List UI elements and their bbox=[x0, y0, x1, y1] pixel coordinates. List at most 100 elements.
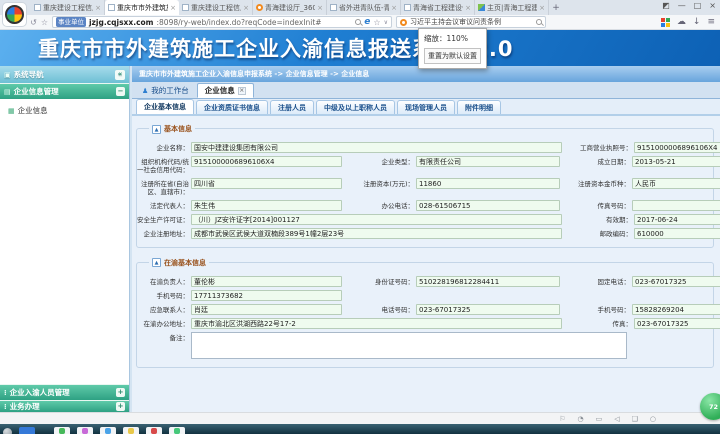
sidebar-group-enterprise-info[interactable]: ▤ 企业信息管理 − bbox=[0, 83, 129, 99]
tab-enterprise-info[interactable]: 企业信息 × bbox=[196, 83, 254, 98]
tab-close-icon[interactable]: × bbox=[539, 4, 545, 12]
clipboard-icon[interactable]: ▭ bbox=[596, 415, 603, 423]
browser-tab-3[interactable]: 重庆建设工程信息网× bbox=[179, 0, 253, 15]
org-code-input[interactable]: 9151000006896106X4 bbox=[191, 156, 342, 167]
expand-plus-icon[interactable]: + bbox=[116, 402, 125, 411]
accelerator-ball[interactable]: 72 bbox=[700, 393, 720, 420]
emergency-contact-input[interactable]: 肖廷 bbox=[191, 303, 342, 315]
subtab-registered-personnel[interactable]: 注册人员 bbox=[270, 100, 314, 114]
contact-mobile-input[interactable]: 15828269204 bbox=[632, 303, 720, 315]
founded-date-input[interactable]: 2013-05-21 bbox=[632, 156, 720, 167]
collapse-minus-icon[interactable]: − bbox=[116, 87, 125, 96]
browser-tab-4[interactable]: 青海建设厅_360搜索× bbox=[253, 0, 327, 15]
tab-close-icon[interactable]: × bbox=[465, 4, 471, 12]
expand-plus-icon[interactable]: + bbox=[116, 388, 125, 397]
browser-logo[interactable] bbox=[2, 2, 27, 27]
url-input[interactable]: 事业单位 jzjg.cqjsxx.com :8098/ry-web/index.… bbox=[51, 16, 392, 28]
taskbar-app-icon[interactable] bbox=[169, 427, 185, 434]
windows-taskbar bbox=[0, 424, 720, 434]
fax-number-input[interactable] bbox=[632, 199, 720, 211]
restore-button[interactable]: ↺ bbox=[30, 16, 37, 29]
taskbar-app-icon[interactable] bbox=[54, 427, 70, 434]
sidebar-group-personnel[interactable]: ⁞ 企业入渝人员管理 + bbox=[0, 384, 129, 400]
subtab-mid-title-personnel[interactable]: 中级及以上职称人员 bbox=[316, 100, 395, 114]
cq-office-address-input[interactable]: 重庆市渝北区洪湖西路22号17-2 bbox=[191, 317, 562, 329]
apps-grid-icon[interactable] bbox=[660, 17, 670, 27]
tab-close-icon[interactable]: × bbox=[391, 4, 397, 12]
tab-close-icon[interactable]: × bbox=[237, 86, 246, 95]
browser-tab-2-active[interactable]: 重庆市市外建筑施工企...× bbox=[105, 0, 179, 15]
skin-icon[interactable]: ◩ bbox=[662, 1, 670, 10]
business-license-input[interactable]: 9151000006896106X4 bbox=[634, 142, 720, 153]
search-go-icon[interactable] bbox=[535, 19, 542, 25]
tab-close-icon[interactable]: × bbox=[170, 4, 176, 12]
window-icon[interactable]: ❑ bbox=[632, 415, 638, 423]
currency-input[interactable]: 人民币 bbox=[632, 177, 720, 189]
mobile-input[interactable]: 17711373682 bbox=[191, 289, 342, 301]
zoom-icon[interactable]: ○ bbox=[650, 415, 656, 423]
start-button[interactable] bbox=[3, 428, 12, 434]
browser-tab-5[interactable]: 省外进青队伍-青海省...× bbox=[327, 0, 401, 15]
company-type-input[interactable]: 有限责任公司 bbox=[416, 156, 560, 167]
taskbar-app-icon[interactable] bbox=[77, 427, 93, 434]
contact-tel-input[interactable]: 023-67017325 bbox=[416, 303, 560, 315]
browser-tab-7[interactable]: 主页|青海工程建设监...× bbox=[475, 0, 549, 15]
taskbar-app-icon[interactable] bbox=[100, 427, 116, 434]
history-icon[interactable]: ◔ bbox=[577, 415, 583, 423]
province-input[interactable]: 四川省 bbox=[191, 177, 342, 189]
favorite-star-icon[interactable]: ☆ bbox=[41, 16, 48, 29]
office-tel-input[interactable]: 028-61506715 bbox=[416, 199, 560, 211]
fieldset-collapse-icon[interactable]: ▲ bbox=[152, 258, 161, 268]
menu-icon[interactable]: ≡ bbox=[707, 17, 715, 27]
download-icon[interactable]: ↓ bbox=[693, 17, 701, 27]
browser-tab-6[interactable]: 青海省工程建设信息网× bbox=[401, 0, 475, 15]
cq-fax-input[interactable]: 023-67017325 bbox=[634, 317, 720, 329]
search-box[interactable]: 习近平主持会议审议问责条例 bbox=[395, 16, 546, 28]
page-favicon bbox=[34, 4, 41, 11]
cq-manager-input[interactable]: 董伦彬 bbox=[191, 275, 342, 287]
minimize-button[interactable]: — bbox=[678, 1, 686, 10]
remark-textarea[interactable] bbox=[191, 331, 627, 359]
sidebar-group-business[interactable]: ⁞ 业务办理 + bbox=[0, 400, 129, 412]
landline-input[interactable]: 023-67017325 bbox=[632, 275, 720, 287]
bookmark-star-icon[interactable]: ☆ bbox=[373, 18, 380, 27]
tab-close-icon[interactable]: × bbox=[243, 4, 249, 12]
field-label: 企业类型： bbox=[381, 158, 415, 166]
media-icon[interactable]: ◁ bbox=[614, 415, 619, 423]
fieldset-collapse-icon[interactable]: ▲ bbox=[152, 124, 161, 134]
zoom-reset-button[interactable]: 重置为默认设置 bbox=[424, 48, 481, 64]
sidebar-item-enterprise-info[interactable]: ▦ 企业信息 bbox=[0, 103, 129, 118]
taskbar-app-icon[interactable] bbox=[19, 427, 35, 434]
search-icon[interactable] bbox=[355, 19, 362, 25]
compat-mode-icon[interactable]: e bbox=[364, 17, 370, 27]
zip-code-input[interactable]: 610000 bbox=[634, 227, 720, 239]
valid-until-input[interactable]: 2017-06-24 bbox=[634, 213, 720, 225]
browser-tab-1[interactable]: 重庆建设工程信息网× bbox=[31, 0, 105, 15]
url-dropdown-icon[interactable]: ∨ bbox=[384, 19, 388, 26]
sidebar-collapse-button[interactable]: « bbox=[115, 69, 125, 80]
url-path: :8098/ry-web/index.do?reqCode=indexInit# bbox=[156, 17, 322, 27]
tab-my-workbench[interactable]: ♟ 我的工作台 bbox=[135, 83, 196, 98]
browser-tabstrip: 重庆建设工程信息网× 重庆市市外建筑施工企...× 重庆建设工程信息网× 青海建… bbox=[0, 0, 720, 27]
flag-icon[interactable]: ⚐ bbox=[559, 415, 565, 423]
new-tab-button[interactable]: + bbox=[549, 2, 563, 15]
safety-cert-input[interactable]: （川）JZ安许证字[2014]001127 bbox=[191, 213, 562, 225]
tab-close-icon[interactable]: × bbox=[95, 4, 101, 12]
company-name-input[interactable]: 国安中建建设集团有限公司 bbox=[191, 142, 562, 153]
id-card-input[interactable]: 510228196812284411 bbox=[416, 275, 560, 287]
close-button[interactable]: × bbox=[709, 1, 716, 10]
site-banner: 重庆市市外建筑施工企业入渝信息报送系统V2.0 bbox=[0, 30, 720, 66]
cloud-sync-icon[interactable]: ☁ bbox=[677, 17, 686, 27]
field-label: 在渝负责人： bbox=[150, 277, 189, 286]
subtab-basic-info[interactable]: 企业基本信息 bbox=[136, 99, 194, 114]
maximize-button[interactable]: □ bbox=[694, 1, 702, 10]
taskbar-app-icon[interactable] bbox=[146, 427, 162, 434]
capital-input[interactable]: 11860 bbox=[416, 177, 560, 189]
tab-close-icon[interactable]: × bbox=[317, 4, 323, 12]
subtab-attachments[interactable]: 附件明细 bbox=[457, 100, 501, 114]
taskbar-app-icon[interactable] bbox=[123, 427, 139, 434]
subtab-site-managers[interactable]: 现场管理人员 bbox=[397, 100, 455, 114]
registered-address-input[interactable]: 成都市武侯区武侯大道双楠段389号1幢2层23号 bbox=[191, 227, 562, 239]
subtab-qualification[interactable]: 企业资质证书信息 bbox=[196, 100, 268, 114]
legal-person-input[interactable]: 朱生伟 bbox=[191, 199, 342, 211]
